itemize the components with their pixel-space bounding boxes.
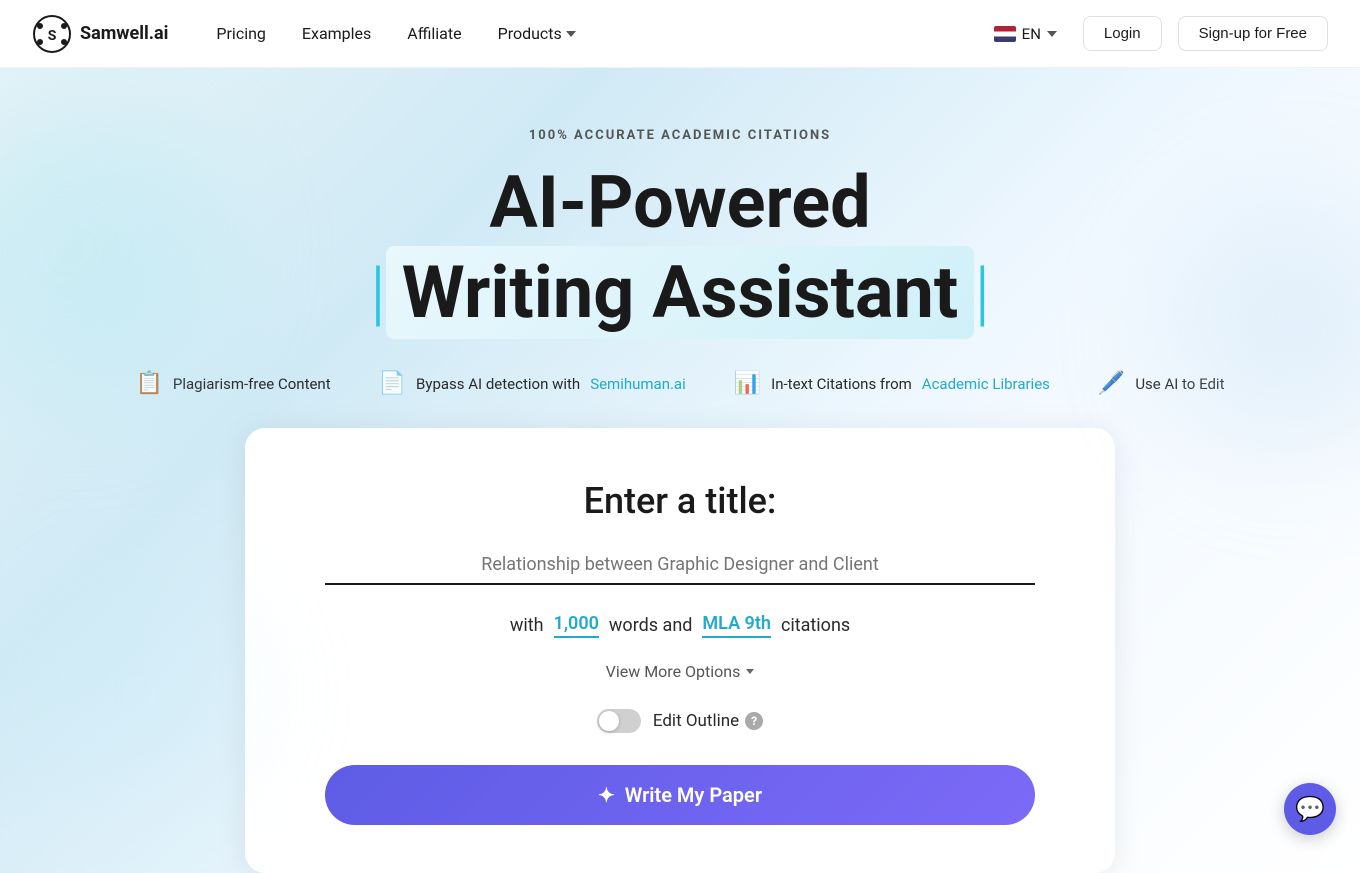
logo-icon: S — [32, 14, 72, 54]
toggle-thumb — [599, 711, 619, 731]
nav-links: Pricing Examples Affiliate Products — [216, 24, 983, 43]
lang-label: EN — [1022, 25, 1041, 43]
feature-edit-label: Use AI to Edit — [1135, 375, 1224, 393]
write-star-icon: ✦ — [598, 783, 615, 807]
academic-libraries-link[interactable]: Academic Libraries — [922, 375, 1050, 393]
edit-outline-text: Edit Outline — [653, 711, 739, 731]
feature-bypass: 📄 Bypass AI detection with Semihuman.ai — [379, 371, 686, 396]
features-row: 📋 Plagiarism-free Content 📄 Bypass AI de… — [0, 339, 1360, 428]
bracket-left-icon: | — [370, 257, 386, 329]
view-more-chevron-icon — [746, 669, 754, 674]
signup-button[interactable]: Sign-up for Free — [1178, 16, 1328, 51]
outline-row: Edit Outline ? — [325, 709, 1035, 733]
title-input-container — [325, 554, 1035, 585]
hero-title-line2: | Writing Assistant | — [370, 246, 990, 339]
citations-label: citations — [781, 615, 850, 636]
feature-edit: 🖊️ Use AI to Edit — [1098, 371, 1225, 396]
card-container: Enter a title: with 1,000 words and MLA … — [0, 428, 1360, 873]
feature-plagiarism: 📋 Plagiarism-free Content — [136, 371, 331, 396]
write-paper-label: Write My Paper — [625, 783, 762, 807]
hero-title-line1: AI-Powered — [20, 163, 1340, 242]
lang-chevron-icon — [1047, 31, 1057, 37]
title-input[interactable] — [325, 554, 1035, 575]
logo-text: Samwell.ai — [80, 23, 168, 44]
chat-icon: 💬 — [1295, 795, 1325, 823]
write-paper-button[interactable]: ✦ Write My Paper — [325, 765, 1035, 825]
login-button[interactable]: Login — [1083, 16, 1162, 51]
feature-plagiarism-label: Plagiarism-free Content — [173, 375, 331, 393]
bypass-icon: 📄 — [379, 371, 406, 396]
help-icon[interactable]: ? — [745, 712, 763, 730]
plagiarism-icon: 📋 — [136, 371, 163, 396]
view-more-options[interactable]: View More Options — [325, 662, 1035, 681]
nav-right: EN Login Sign-up for Free — [984, 16, 1328, 51]
logo[interactable]: S Samwell.ai — [32, 14, 168, 54]
feature-citations-prefix: In-text Citations from — [771, 375, 912, 393]
nav-products[interactable]: Products — [498, 24, 576, 43]
products-chevron-icon — [566, 31, 576, 37]
nav-examples[interactable]: Examples — [302, 24, 371, 43]
with-label: with — [510, 615, 544, 636]
edit-icon: 🖊️ — [1098, 371, 1125, 396]
nav-affiliate[interactable]: Affiliate — [407, 24, 461, 43]
chat-bubble[interactable]: 💬 — [1284, 783, 1336, 835]
language-selector[interactable]: EN — [984, 19, 1067, 49]
view-more-label: View More Options — [606, 662, 741, 681]
feature-bypass-prefix: Bypass AI detection with — [416, 375, 580, 393]
feature-citations: 📊 In-text Citations from Academic Librar… — [734, 371, 1050, 396]
edit-outline-label: Edit Outline ? — [653, 711, 763, 731]
flag-icon — [994, 26, 1016, 42]
hero-subtitle: 100% ACCURATE ACADEMIC CITATIONS — [20, 128, 1340, 143]
semihuman-link[interactable]: Semihuman.ai — [590, 375, 686, 393]
citations-icon: 📊 — [734, 371, 761, 396]
main-card: Enter a title: with 1,000 words and MLA … — [245, 428, 1115, 873]
svg-text:S: S — [48, 28, 57, 44]
bracket-right-icon: | — [974, 257, 990, 329]
hero-section: 100% ACCURATE ACADEMIC CITATIONS AI-Powe… — [0, 68, 1360, 339]
words-value[interactable]: 1,000 — [554, 613, 599, 638]
hero-writing-assistant: Writing Assistant — [386, 246, 975, 339]
words-label: words and — [609, 615, 693, 636]
nav-pricing[interactable]: Pricing — [216, 24, 266, 43]
citations-value[interactable]: MLA 9th — [702, 613, 771, 638]
card-title: Enter a title: — [325, 480, 1035, 522]
edit-outline-toggle[interactable] — [597, 709, 641, 733]
options-row: with 1,000 words and MLA 9th citations — [325, 613, 1035, 638]
navbar: S Samwell.ai Pricing Examples Affiliate … — [0, 0, 1360, 68]
